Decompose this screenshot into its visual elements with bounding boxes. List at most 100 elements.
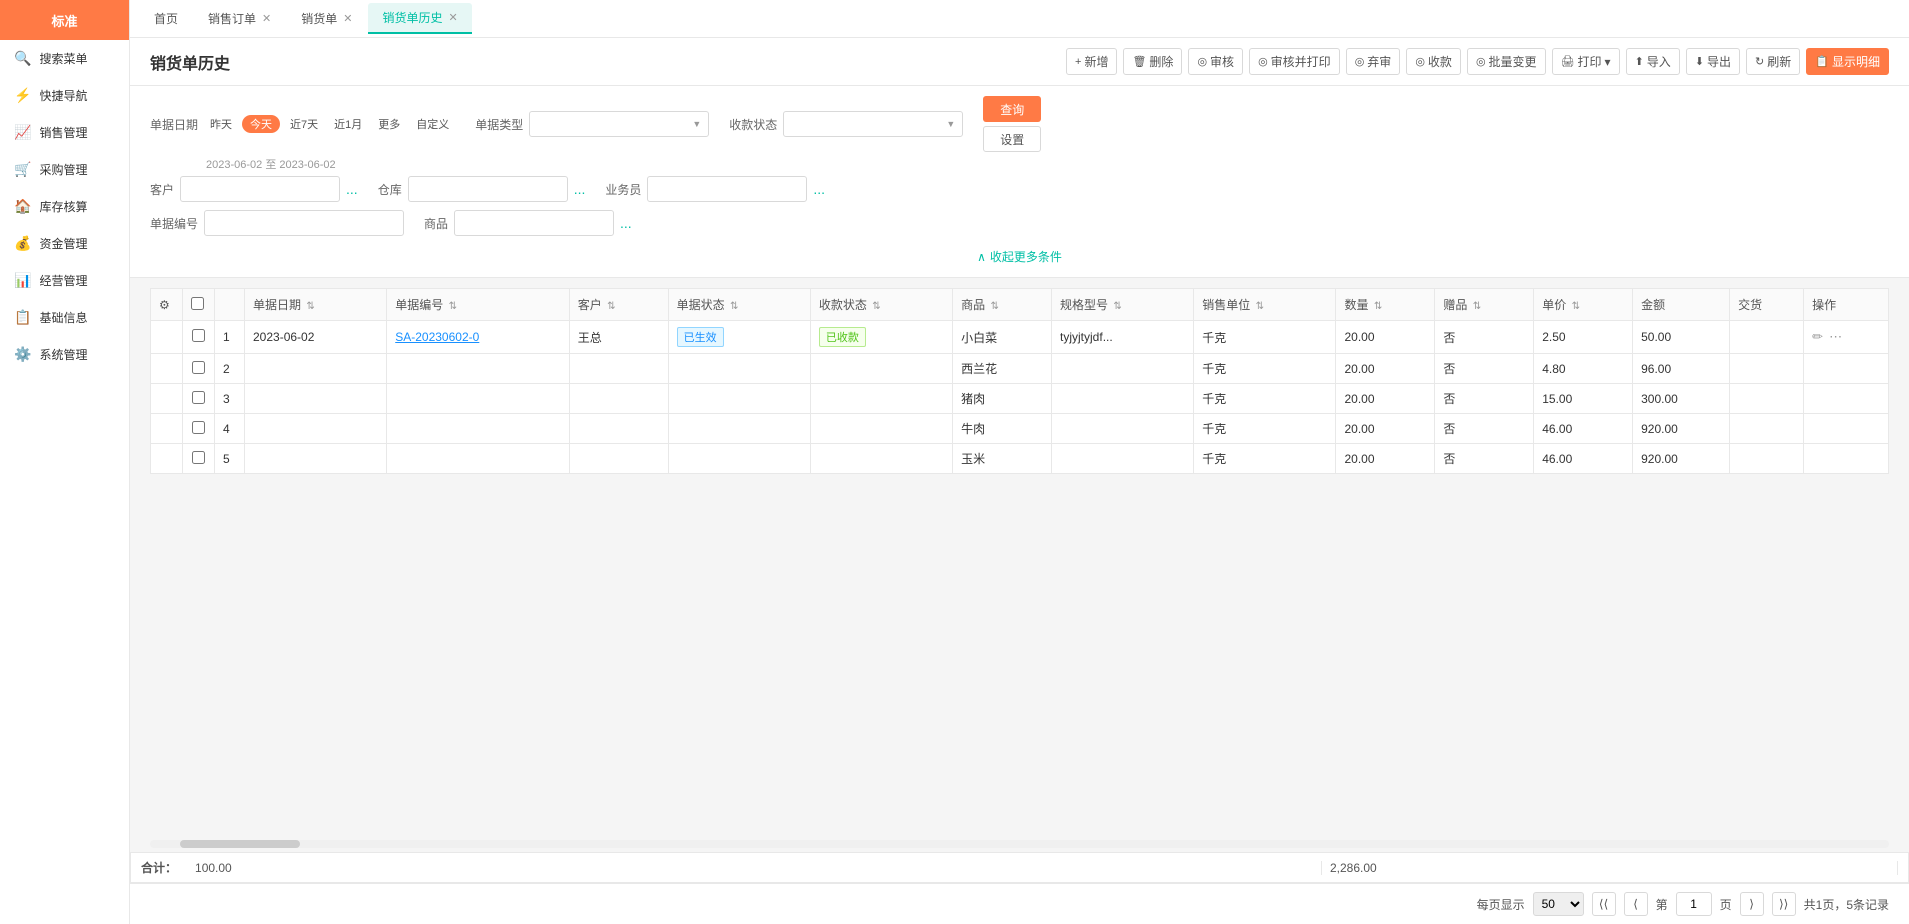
sidebar-item-label: 资金管理 [39, 235, 87, 252]
td-checkbox[interactable] [183, 384, 215, 414]
salesman-dots[interactable]: ... [813, 181, 825, 197]
date-btn-today[interactable]: 今天 [242, 115, 280, 133]
warehouse-input[interactable] [408, 176, 568, 202]
th-customer[interactable]: 客户 ⇅ [569, 289, 668, 321]
refresh-button[interactable]: ↻ 刷新 [1746, 48, 1800, 75]
tab-sales-delivery[interactable]: 销货单 ✕ [287, 4, 366, 33]
tab-sales-order-close[interactable]: ✕ [262, 12, 271, 25]
th-spec[interactable]: 规格型号 ⇅ [1052, 289, 1194, 321]
sidebar-item-operation-mgmt[interactable]: 📊 经营管理 [0, 262, 129, 299]
th-settings[interactable]: ⚙ [151, 289, 183, 321]
customer-input[interactable] [180, 176, 340, 202]
search-menu-icon: 🔍 [14, 50, 31, 67]
settings-button[interactable]: 设置 [983, 126, 1041, 152]
th-doc-status[interactable]: 单据状态 ⇅ [668, 289, 810, 321]
th-collect-status[interactable]: 收款状态 ⇅ [810, 289, 952, 321]
audit-label: 审核 [1210, 53, 1234, 70]
td-checkbox[interactable] [183, 321, 215, 354]
th-checkbox[interactable] [183, 289, 215, 321]
date-btn-7days[interactable]: 近7天 [284, 115, 324, 133]
delete-button[interactable]: 🗑 删除 [1123, 48, 1182, 75]
tab-sales-history[interactable]: 销货单历史 ✕ [368, 3, 471, 34]
refresh-icon: ↻ [1755, 55, 1764, 68]
tab-sales-history-close[interactable]: ✕ [449, 11, 458, 24]
product-dots[interactable]: ... [620, 215, 632, 231]
td-checkbox[interactable] [183, 354, 215, 384]
sidebar-item-fund-mgmt[interactable]: 💰 资金管理 [0, 225, 129, 262]
th-doc-num[interactable]: 单据编号 ⇅ [387, 289, 570, 321]
td-doc-num[interactable]: SA-20230602-0 [387, 321, 570, 354]
tab-home[interactable]: 首页 [140, 4, 192, 33]
date-btn-yesterday[interactable]: 昨天 [204, 115, 238, 133]
td-quantity: 20.00 [1336, 414, 1435, 444]
th-sales-unit[interactable]: 销售单位 ⇅ [1194, 289, 1336, 321]
batch-change-button[interactable]: ◎ 批量变更 [1467, 48, 1546, 75]
th-product[interactable]: 商品 ⇅ [953, 289, 1052, 321]
sidebar-item-system-mgmt[interactable]: ⚙️ 系统管理 [0, 336, 129, 373]
filter-row-2: 客户 ... 仓库 ... 业务员 ... [150, 176, 1889, 202]
horizontal-scrollbar[interactable] [150, 840, 1889, 848]
salesman-input[interactable] [647, 176, 807, 202]
first-page-btn[interactable]: ⟨⟨ [1592, 892, 1616, 916]
add-button[interactable]: + 新增 [1066, 48, 1117, 75]
audit-print-button[interactable]: ◎ 审核并打印 [1249, 48, 1340, 75]
td-sales-unit: 千克 [1194, 384, 1336, 414]
tab-sales-order[interactable]: 销售订单 ✕ [194, 4, 285, 33]
sidebar-item-quick-nav[interactable]: ⚡ 快捷导航 [0, 77, 129, 114]
prev-page-btn[interactable]: ⟨ [1624, 892, 1648, 916]
date-btn-more[interactable]: 更多 [372, 115, 406, 133]
td-product: 西兰花 [953, 354, 1052, 384]
collapse-btn[interactable]: ∧ 收起更多条件 [150, 244, 1889, 269]
audit-button[interactable]: ◎ 审核 [1188, 48, 1243, 75]
doc-type-select[interactable] [529, 111, 709, 137]
print-button[interactable]: 🖨 打印 ▾ [1552, 48, 1620, 75]
collect-button[interactable]: ◎ 收款 [1406, 48, 1461, 75]
sidebar-item-basic-info[interactable]: 📋 基础信息 [0, 299, 129, 336]
th-doc-date[interactable]: 单据日期 ⇅ [245, 289, 387, 321]
filter-row-date-range: 2023-06-02 至 2023-06-02 [150, 156, 1889, 172]
main-content: 首页 销售订单 ✕ 销货单 ✕ 销货单历史 ✕ 销货单历史 + 新增 🗑 [130, 0, 1909, 924]
doc-num-link[interactable]: SA-20230602-0 [395, 330, 479, 344]
last-page-btn[interactable]: ⟩⟩ [1772, 892, 1796, 916]
sidebar-item-purchase-mgmt[interactable]: 🛒 采购管理 [0, 151, 129, 188]
sidebar-item-sales-mgmt[interactable]: 📈 销售管理 [0, 114, 129, 151]
table-row: 2西兰花千克20.00否4.8096.00 [151, 354, 1889, 384]
sidebar-item-search-menu[interactable]: 🔍 搜索菜单 [0, 40, 129, 77]
collect-status-select-wrapper [783, 111, 963, 137]
delete-label: 删除 [1149, 53, 1173, 70]
edit-icon[interactable]: ✏ [1812, 329, 1823, 345]
td-spec [1052, 444, 1194, 474]
more-icon[interactable]: ⋯ [1829, 329, 1842, 345]
query-button[interactable]: 查询 [983, 96, 1041, 122]
th-quantity[interactable]: 数量 ⇅ [1336, 289, 1435, 321]
export-button[interactable]: ⬇ 导出 [1686, 48, 1740, 75]
next-page-btn[interactable]: ⟩ [1740, 892, 1764, 916]
per-page-select[interactable]: 50 100 [1533, 892, 1584, 916]
td-amount: 50.00 [1633, 321, 1730, 354]
th-unit-price[interactable]: 单价 ⇅ [1534, 289, 1633, 321]
import-button[interactable]: ⬆ 导入 [1626, 48, 1680, 75]
current-page-input[interactable]: 1 [1676, 892, 1712, 916]
th-action: 操作 [1804, 289, 1889, 321]
table-row: 4牛肉千克20.00否46.00920.00 [151, 414, 1889, 444]
tab-sales-delivery-close[interactable]: ✕ [343, 12, 352, 25]
td-unit-price: 4.80 [1534, 354, 1633, 384]
collect-status-select[interactable] [783, 111, 963, 137]
doc-num-input[interactable] [204, 210, 404, 236]
date-btn-custom[interactable]: 自定义 [410, 115, 455, 133]
th-gift[interactable]: 赠品 ⇅ [1435, 289, 1534, 321]
product-input[interactable] [454, 210, 614, 236]
sidebar-item-inventory-calc[interactable]: 🏠 库存核算 [0, 188, 129, 225]
select-all-checkbox[interactable] [191, 297, 204, 310]
td-checkbox[interactable] [183, 414, 215, 444]
show-detail-button[interactable]: 📋 显示明细 [1806, 48, 1889, 75]
warehouse-dots[interactable]: ... [574, 181, 586, 197]
date-btn-1month[interactable]: 近1月 [328, 115, 368, 133]
customer-dots[interactable]: ... [346, 181, 358, 197]
td-doc-date [245, 444, 387, 474]
horizontal-scrollbar-thumb[interactable] [180, 840, 300, 848]
td-action [1804, 414, 1889, 444]
abandon-button[interactable]: ◎ 弃审 [1346, 48, 1401, 75]
td-checkbox[interactable] [183, 444, 215, 474]
td-amount: 96.00 [1633, 354, 1730, 384]
